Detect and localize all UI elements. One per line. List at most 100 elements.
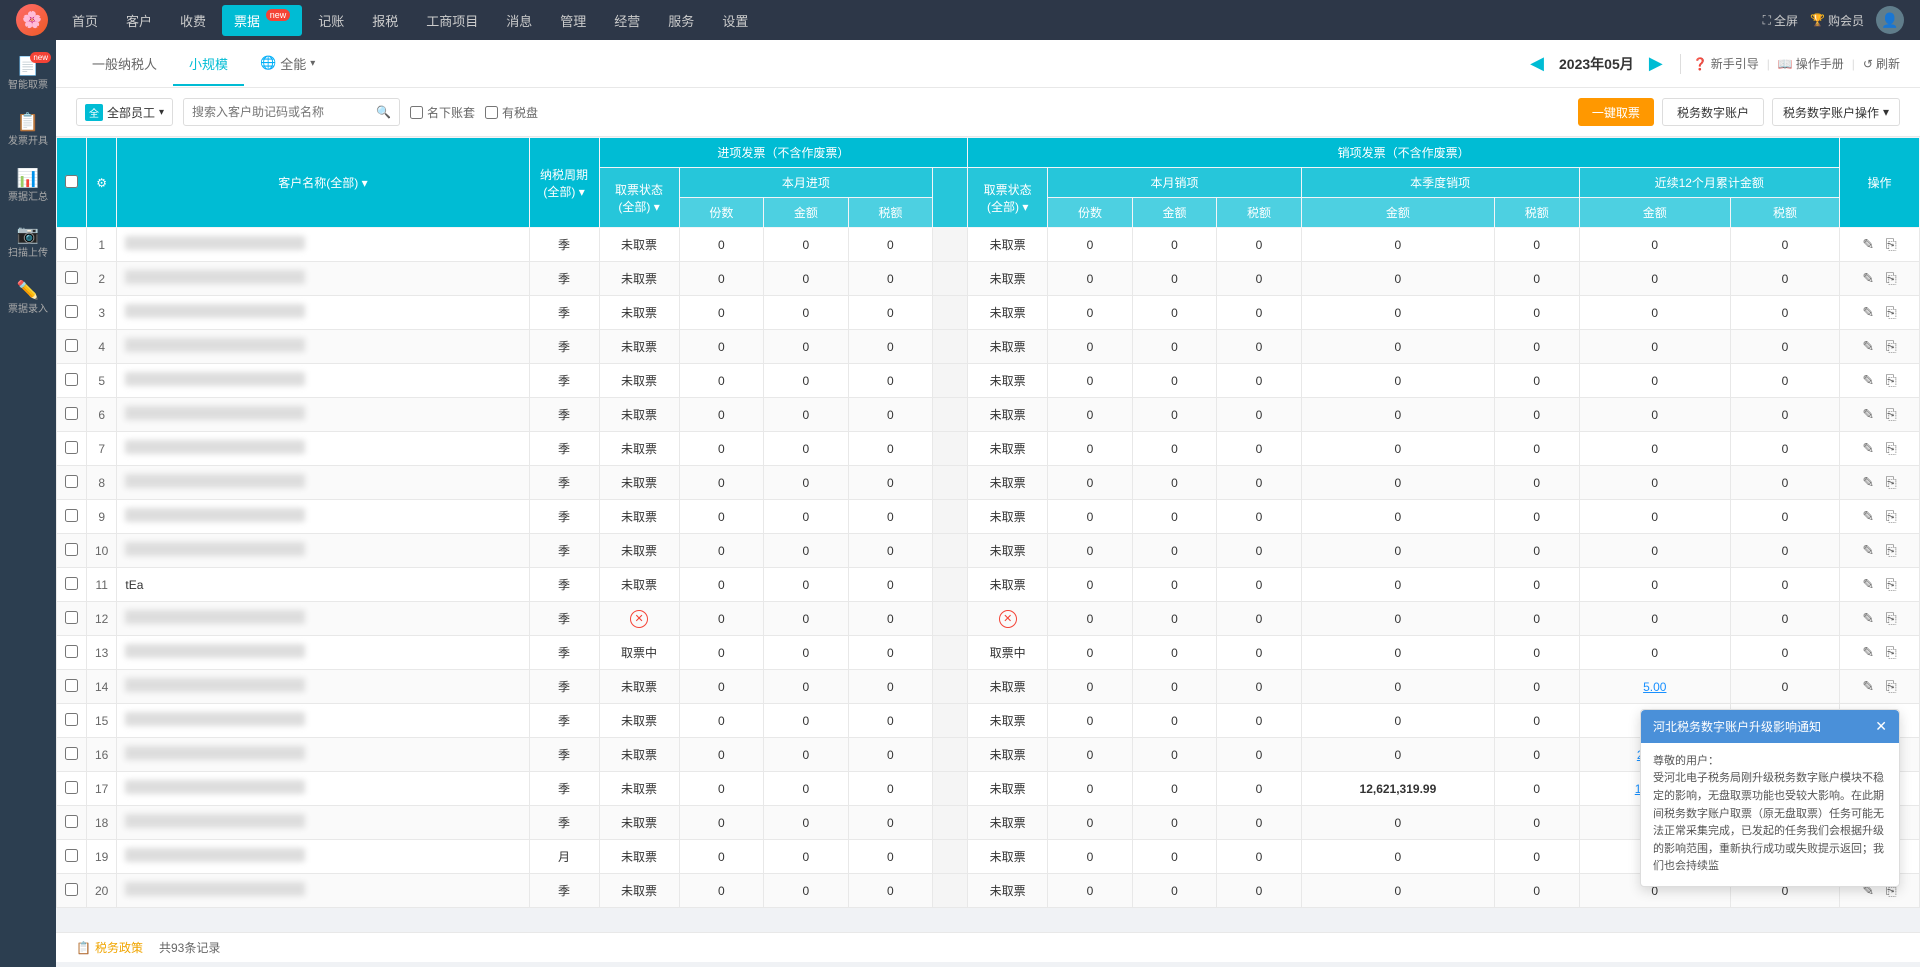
search-icon[interactable]: 🔍	[376, 105, 391, 119]
cell-in-pcs: 0	[679, 262, 764, 296]
edit-btn[interactable]: ✎	[1858, 370, 1878, 391]
fullscreen-btn[interactable]: ⛶ 全屏	[1763, 12, 1798, 29]
copy-btn[interactable]: ⎘	[1881, 268, 1900, 289]
edit-btn[interactable]: ✎	[1858, 642, 1878, 663]
has-tax-disk-checkbox-label[interactable]: 有税盘	[485, 104, 538, 121]
edit-btn[interactable]: ✎	[1858, 404, 1878, 425]
copy-btn[interactable]: ⎘	[1881, 370, 1900, 391]
my-account-checkbox-label[interactable]: 名下账套	[410, 104, 475, 121]
copy-btn[interactable]: ⎘	[1881, 608, 1900, 629]
member-btn[interactable]: 🏆 购会员	[1810, 12, 1864, 29]
edit-btn[interactable]: ✎	[1858, 574, 1878, 595]
cell-q-tax: 0	[1495, 534, 1580, 568]
row-checkbox[interactable]	[65, 747, 78, 760]
copy-btn[interactable]: ⎘	[1881, 676, 1900, 697]
policy-link[interactable]: 📋 税务政策	[76, 939, 143, 956]
copy-btn[interactable]: ⎘	[1881, 540, 1900, 561]
sidebar-item-ticket-summary[interactable]: 📊 票据汇总	[3, 160, 53, 212]
copy-btn[interactable]: ⎘	[1881, 574, 1900, 595]
out-status-filter-icon[interactable]: ▾	[1022, 200, 1028, 214]
edit-btn[interactable]: ✎	[1858, 302, 1878, 323]
row-checkbox[interactable]	[65, 339, 78, 352]
row-checkbox[interactable]	[65, 679, 78, 692]
row-checkbox[interactable]	[65, 475, 78, 488]
nav-settings[interactable]: 设置	[710, 5, 760, 36]
row-checkbox[interactable]	[65, 883, 78, 896]
row-checkbox[interactable]	[65, 849, 78, 862]
edit-btn[interactable]: ✎	[1858, 608, 1878, 629]
employee-filter[interactable]: 全 全部员工 ▾	[76, 98, 173, 126]
edit-btn[interactable]: ✎	[1858, 676, 1878, 697]
copy-btn[interactable]: ⎘	[1881, 642, 1900, 663]
edit-btn[interactable]: ✎	[1858, 438, 1878, 459]
nav-service[interactable]: 服务	[656, 5, 706, 36]
copy-btn[interactable]: ⎘	[1881, 404, 1900, 425]
cell-number: 20	[87, 874, 117, 908]
tax-digital-account-ops-btn[interactable]: 税务数字账户操作 ▾	[1772, 98, 1900, 126]
dropdown-arrow-icon[interactable]: ▾	[310, 58, 315, 69]
row-checkbox[interactable]	[65, 237, 78, 250]
tab-general-taxpayer[interactable]: 一般纳税人	[76, 42, 173, 86]
settings-icon[interactable]: ⚙	[96, 176, 107, 190]
tab-all-capable[interactable]: 🌐 全能 ▾	[244, 42, 331, 86]
my-account-checkbox[interactable]	[410, 106, 423, 119]
row-checkbox[interactable]	[65, 543, 78, 556]
row-checkbox[interactable]	[65, 373, 78, 386]
one-click-ticket-btn[interactable]: 一键取票	[1578, 98, 1654, 126]
date-prev-btn[interactable]: ◀	[1525, 52, 1549, 76]
has-tax-disk-checkbox[interactable]	[485, 106, 498, 119]
refresh-btn[interactable]: ↺ 刷新	[1863, 55, 1900, 72]
copy-btn[interactable]: ⎘	[1881, 302, 1900, 323]
user-avatar[interactable]: 👤	[1876, 6, 1904, 34]
notice-close-btn[interactable]: ✕	[1875, 718, 1887, 735]
search-input[interactable]	[192, 105, 372, 119]
select-all-checkbox[interactable]	[65, 175, 78, 188]
cell-checkbox	[57, 772, 87, 806]
row-checkbox[interactable]	[65, 611, 78, 624]
edit-btn[interactable]: ✎	[1858, 540, 1878, 561]
nav-home[interactable]: 首页	[60, 5, 110, 36]
nav-message[interactable]: 消息	[494, 5, 544, 36]
nav-accounting[interactable]: 记账	[306, 5, 356, 36]
edit-btn[interactable]: ✎	[1858, 234, 1878, 255]
copy-btn[interactable]: ⎘	[1881, 472, 1900, 493]
new-user-guide-btn[interactable]: ❓ 新手引导	[1693, 55, 1759, 72]
copy-btn[interactable]: ⎘	[1881, 506, 1900, 527]
copy-btn[interactable]: ⎘	[1881, 438, 1900, 459]
nav-business[interactable]: 工商项目	[414, 5, 490, 36]
sidebar-item-invoice-open[interactable]: 📋 发票开具	[3, 104, 53, 156]
edit-btn[interactable]: ✎	[1858, 268, 1878, 289]
manual-btn[interactable]: 📖 操作手册	[1778, 55, 1844, 72]
filter-icon[interactable]: ▾	[362, 176, 368, 190]
nav-ticket[interactable]: 票据 new	[222, 5, 302, 36]
row-checkbox[interactable]	[65, 271, 78, 284]
row-checkbox[interactable]	[65, 441, 78, 454]
edit-btn[interactable]: ✎	[1858, 506, 1878, 527]
copy-btn[interactable]: ⎘	[1881, 336, 1900, 357]
nav-operations[interactable]: 经营	[602, 5, 652, 36]
sidebar-item-smart-ticket[interactable]: 📄 new 智能取票	[3, 48, 53, 100]
sidebar-item-scan-upload[interactable]: 📷 扫描上传	[3, 216, 53, 268]
copy-btn[interactable]: ⎘	[1881, 234, 1900, 255]
cell-in-amt: 0	[764, 296, 849, 330]
row-checkbox[interactable]	[65, 781, 78, 794]
date-next-btn[interactable]: ▶	[1644, 52, 1668, 76]
row-checkbox[interactable]	[65, 645, 78, 658]
edit-btn[interactable]: ✎	[1858, 472, 1878, 493]
row-checkbox[interactable]	[65, 305, 78, 318]
nav-customer[interactable]: 客户	[114, 5, 164, 36]
row-checkbox[interactable]	[65, 815, 78, 828]
tax-digital-account-btn[interactable]: 税务数字账户	[1662, 98, 1764, 126]
row-checkbox[interactable]	[65, 577, 78, 590]
nav-admin[interactable]: 管理	[548, 5, 598, 36]
in-status-filter-icon[interactable]: ▾	[654, 200, 660, 214]
period-filter-icon[interactable]: ▾	[579, 185, 585, 199]
row-checkbox[interactable]	[65, 407, 78, 420]
row-checkbox[interactable]	[65, 509, 78, 522]
tab-small-scale[interactable]: 小规模	[173, 42, 244, 86]
nav-tax[interactable]: 报税	[360, 5, 410, 36]
row-checkbox[interactable]	[65, 713, 78, 726]
sidebar-item-ticket-entry[interactable]: ✏️ 票据录入	[3, 272, 53, 324]
edit-btn[interactable]: ✎	[1858, 336, 1878, 357]
nav-billing[interactable]: 收费	[168, 5, 218, 36]
